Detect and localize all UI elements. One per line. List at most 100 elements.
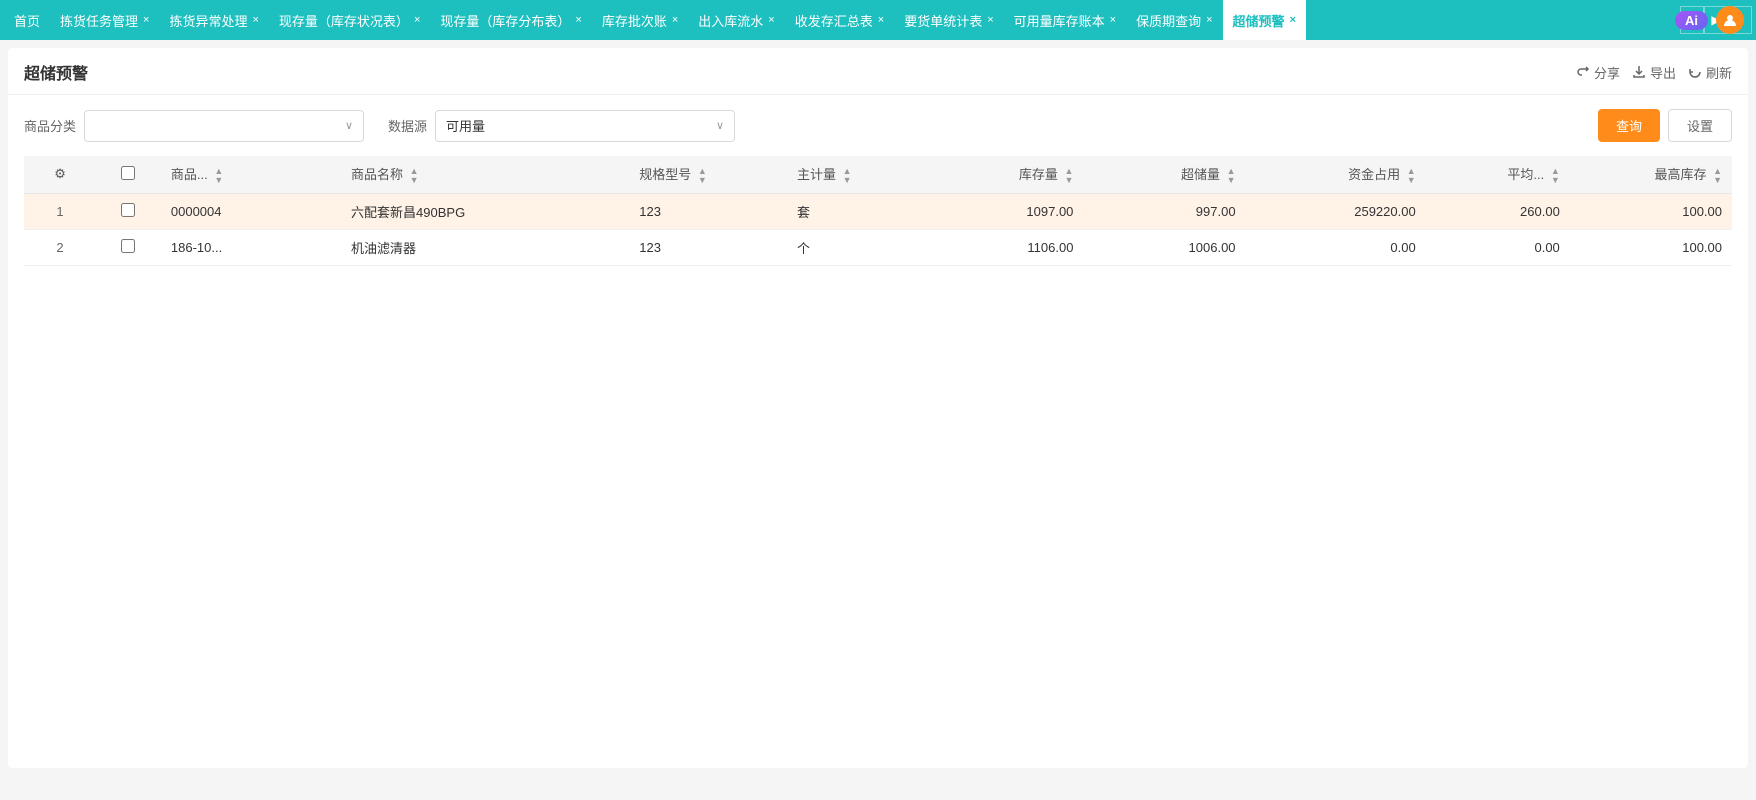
page-title: 超储预警: [24, 60, 88, 84]
row-name: 机油滤清器: [341, 229, 629, 265]
category-filter-item: 商品分类 ∨: [24, 110, 364, 142]
nav-item-1[interactable]: 拣货任务管理 ×: [50, 0, 159, 40]
export-label: 导出: [1650, 63, 1676, 82]
col-header-spec[interactable]: 规格型号 ▲▼: [629, 156, 787, 193]
nav-label-9: 可用量库存账本: [1014, 11, 1105, 30]
sort-arrows-max: ▲▼: [1713, 167, 1722, 185]
nav-item-5[interactable]: 库存批次账 ×: [592, 0, 688, 40]
row-code: 186-10...: [161, 229, 341, 265]
col-header-capital[interactable]: 资金占用 ▲▼: [1246, 156, 1426, 193]
col-header-check: [96, 156, 161, 193]
row-stock: 1097.00: [921, 193, 1083, 229]
nav-close-5[interactable]: ×: [672, 14, 678, 26]
nav-close-9[interactable]: ×: [1110, 14, 1116, 26]
row-capital: 0.00: [1246, 229, 1426, 265]
nav-close-6[interactable]: ×: [768, 14, 774, 26]
row-checkbox[interactable]: [121, 239, 135, 253]
nav-item-home-label: 首页: [14, 11, 40, 30]
row-checkbox[interactable]: [121, 203, 135, 217]
filter-area: 商品分类 ∨ 数据源 可用量 ∨ 查询 设置: [8, 95, 1748, 156]
col-header-avg[interactable]: 平均... ▲▼: [1426, 156, 1570, 193]
table-row: 1 0000004 六配套新昌490BPG 123 套 1097.00 997.…: [24, 193, 1732, 229]
row-checkbox-cell: [96, 193, 161, 229]
header-actions: 分享 导出 刷新: [1576, 63, 1732, 82]
nav-item-4[interactable]: 现存量（库存分布表） ×: [430, 0, 591, 40]
nav-label-2: 拣货异常处理: [169, 11, 247, 30]
sort-arrows-spec: ▲▼: [698, 167, 707, 185]
nav-close-4[interactable]: ×: [575, 14, 581, 26]
row-spec: 123: [629, 193, 787, 229]
nav-close-7[interactable]: ×: [878, 14, 884, 26]
row-unit: 个: [787, 229, 921, 265]
datasource-select[interactable]: 可用量 ∨: [435, 110, 735, 142]
refresh-label: 刷新: [1706, 63, 1732, 82]
col-header-unit[interactable]: 主计量 ▲▼: [787, 156, 921, 193]
nav-item-2[interactable]: 拣货异常处理 ×: [159, 0, 268, 40]
datasource-chevron-icon: ∨: [716, 119, 724, 132]
row-over: 997.00: [1083, 193, 1245, 229]
refresh-button[interactable]: 刷新: [1688, 63, 1732, 82]
nav-label-1: 拣货任务管理: [60, 11, 138, 30]
row-unit: 套: [787, 193, 921, 229]
category-chevron-icon: ∨: [345, 119, 353, 132]
sort-arrows-capital: ▲▼: [1407, 167, 1416, 185]
refresh-icon: [1688, 65, 1702, 79]
col-header-settings[interactable]: ⚙: [24, 156, 96, 193]
data-table: ⚙ 商品... ▲▼ 商品名称 ▲▼ 规格型号 ▲▼: [24, 156, 1732, 266]
top-right-area: Ai: [1663, 0, 1756, 40]
col-header-stock[interactable]: 库存量 ▲▼: [921, 156, 1083, 193]
nav-close-8[interactable]: ×: [987, 14, 993, 26]
datasource-filter-item: 数据源 可用量 ∨: [388, 110, 735, 142]
nav-item-11[interactable]: 超储预警 ×: [1223, 0, 1306, 40]
nav-label-7: 收发存汇总表: [795, 11, 873, 30]
sort-arrows-unit: ▲▼: [843, 167, 852, 185]
row-avg: 0.00: [1426, 229, 1570, 265]
col-header-max-stock[interactable]: 最高库存 ▲▼: [1570, 156, 1732, 193]
share-icon: [1576, 65, 1590, 79]
row-name: 六配套新昌490BPG: [341, 193, 629, 229]
col-header-code[interactable]: 商品... ▲▼: [161, 156, 341, 193]
row-max-stock: 100.00: [1570, 193, 1732, 229]
nav-bar: 首页 拣货任务管理 × 拣货异常处理 × 现存量（库存状况表） × 现存量（库存…: [0, 0, 1756, 40]
row-stock: 1106.00: [921, 229, 1083, 265]
settings-button[interactable]: 设置: [1668, 109, 1732, 142]
nav-close-1[interactable]: ×: [143, 14, 149, 26]
nav-item-7[interactable]: 收发存汇总表 ×: [785, 0, 894, 40]
sort-arrows-code: ▲▼: [214, 167, 223, 185]
row-avg: 260.00: [1426, 193, 1570, 229]
nav-item-home[interactable]: 首页: [4, 0, 50, 40]
page-header: 超储预警 分享 导出 刷新: [8, 48, 1748, 95]
nav-close-10[interactable]: ×: [1206, 14, 1212, 26]
nav-item-8[interactable]: 要货单统计表 ×: [894, 0, 1003, 40]
nav-item-10[interactable]: 保质期查询 ×: [1126, 0, 1222, 40]
share-button[interactable]: 分享: [1576, 63, 1620, 82]
share-label: 分享: [1594, 63, 1620, 82]
nav-close-2[interactable]: ×: [252, 14, 258, 26]
nav-item-9[interactable]: 可用量库存账本 ×: [1004, 0, 1126, 40]
export-icon: [1632, 65, 1646, 79]
table-container: ⚙ 商品... ▲▼ 商品名称 ▲▼ 规格型号 ▲▼: [8, 156, 1748, 282]
datasource-select-value: 可用量: [446, 116, 485, 135]
row-capital: 259220.00: [1246, 193, 1426, 229]
table-header-row: ⚙ 商品... ▲▼ 商品名称 ▲▼ 规格型号 ▲▼: [24, 156, 1732, 193]
row-over: 1006.00: [1083, 229, 1245, 265]
export-button[interactable]: 导出: [1632, 63, 1676, 82]
ai-button[interactable]: Ai: [1675, 11, 1708, 30]
row-checkbox-cell: [96, 229, 161, 265]
nav-item-3[interactable]: 现存量（库存状况表） ×: [269, 0, 430, 40]
nav-close-11[interactable]: ×: [1290, 14, 1296, 26]
nav-label-5: 库存批次账: [602, 11, 667, 30]
category-label: 商品分类: [24, 116, 76, 135]
category-select[interactable]: ∨: [84, 110, 364, 142]
col-header-name[interactable]: 商品名称 ▲▼: [341, 156, 629, 193]
user-avatar[interactable]: [1716, 6, 1744, 34]
query-button[interactable]: 查询: [1598, 109, 1660, 142]
nav-close-3[interactable]: ×: [414, 14, 420, 26]
col-header-over[interactable]: 超储量 ▲▼: [1083, 156, 1245, 193]
filter-actions: 查询 设置: [1598, 109, 1732, 142]
nav-label-3: 现存量（库存状况表）: [279, 11, 409, 30]
select-all-checkbox[interactable]: [121, 166, 135, 180]
nav-label-4: 现存量（库存分布表）: [440, 11, 570, 30]
nav-item-6[interactable]: 出入库流水 ×: [688, 0, 784, 40]
nav-label-8: 要货单统计表: [904, 11, 982, 30]
